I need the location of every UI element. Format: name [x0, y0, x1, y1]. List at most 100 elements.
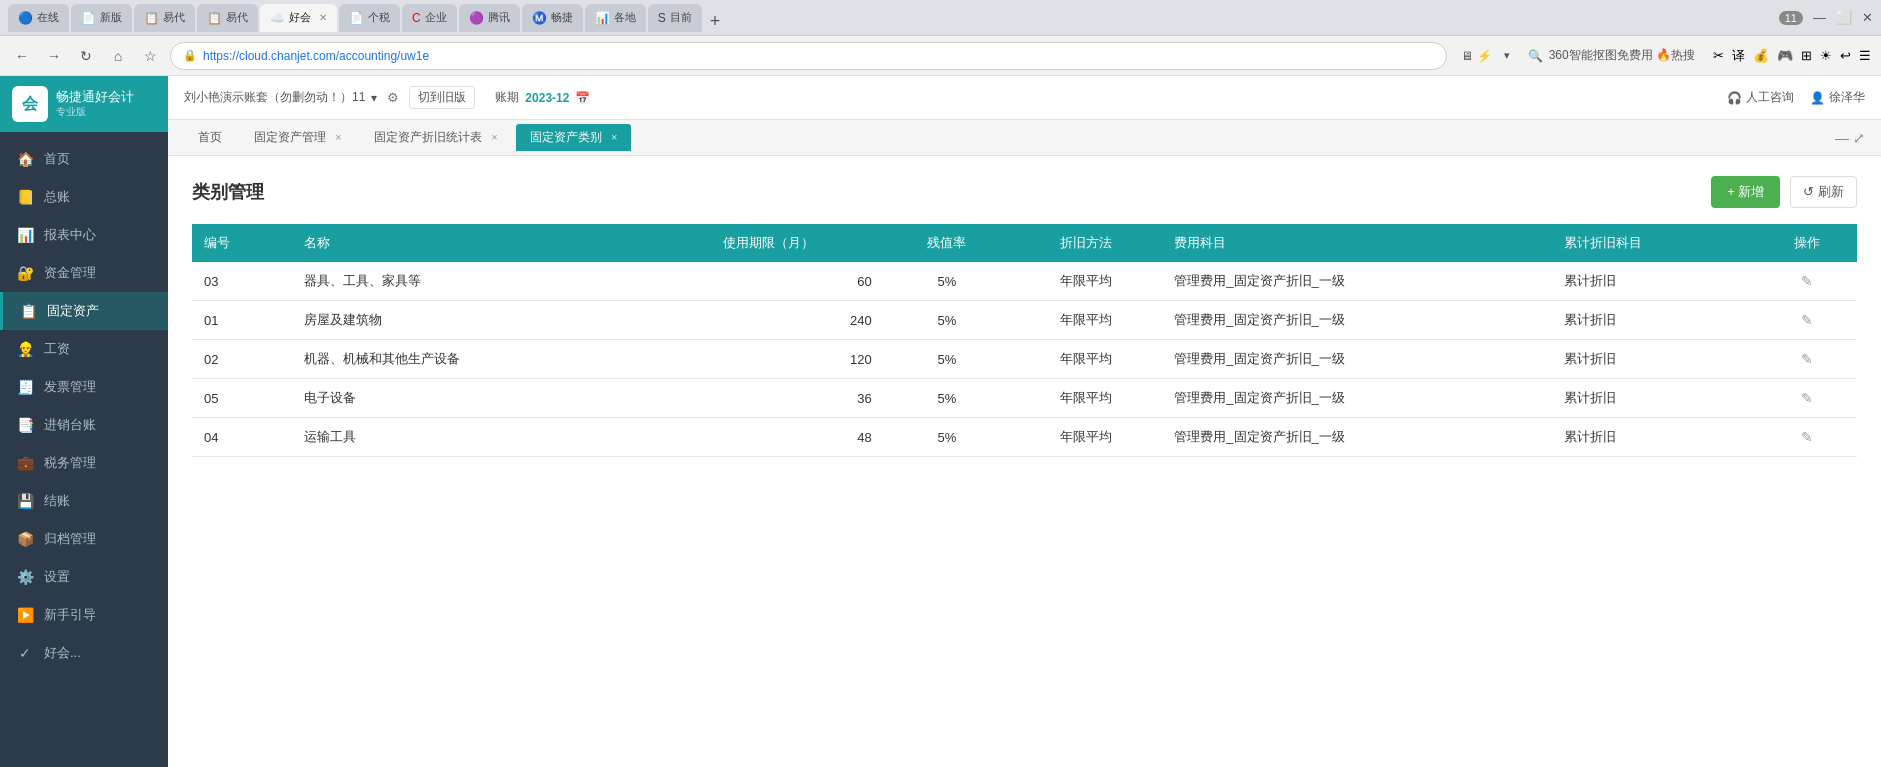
browser-tab-7[interactable]: 🟣 腾讯 — [459, 4, 520, 32]
sidebar-item-inventory[interactable]: 📑 进销台账 — [0, 406, 168, 444]
sun-icon[interactable]: ☀ — [1820, 48, 1832, 63]
cell-method-2: 年限平均 — [1010, 340, 1162, 379]
refresh-button[interactable]: ↺ 刷新 — [1790, 176, 1857, 208]
content-header: 类别管理 + 新增 ↺ 刷新 — [192, 176, 1857, 208]
sidebar-item-extra[interactable]: ✓ 好会... — [0, 634, 168, 672]
edit-icon-2[interactable]: ✎ — [1801, 351, 1813, 367]
cell-code-4[interactable]: 04 — [192, 418, 292, 457]
page-tabs: 首页 固定资产管理 × 固定资产折旧统计表 × 固定资产类别 × — ⤢ — [168, 120, 1881, 156]
cell-method-4: 年限平均 — [1010, 418, 1162, 457]
search-area[interactable]: 🔍 360智能抠图免费用 🔥热搜 — [1528, 47, 1695, 64]
cell-action-1[interactable]: ✎ — [1757, 301, 1857, 340]
home-button[interactable]: ⌂ — [106, 44, 130, 68]
sidebar-item-fixed-assets[interactable]: 📋 固定资产 — [0, 292, 168, 330]
calendar-icon[interactable]: 📅 — [575, 91, 590, 105]
account-settings-icon[interactable]: ⚙ — [387, 90, 399, 105]
browser-tab-close-4[interactable]: ✕ — [319, 12, 327, 23]
browser-tab-6[interactable]: C 企业 — [402, 4, 457, 32]
tab-close-asset-category[interactable]: × — [611, 131, 617, 143]
browser-tab-8[interactable]: Ⓜ️ 畅捷 — [522, 4, 583, 32]
logo-icon: 会 — [12, 86, 48, 122]
edit-icon-0[interactable]: ✎ — [1801, 273, 1813, 289]
sidebar-item-ledger[interactable]: 📒 总账 — [0, 178, 168, 216]
forward-button[interactable]: → — [42, 44, 66, 68]
sidebar-item-reports[interactable]: 📊 报表中心 — [0, 216, 168, 254]
edit-icon-4[interactable]: ✎ — [1801, 429, 1813, 445]
cell-period-0: 60 — [653, 262, 884, 301]
tab-home[interactable]: 首页 — [184, 124, 236, 151]
dropdown-icon[interactable]: ▾ — [371, 91, 377, 105]
cell-method-3: 年限平均 — [1010, 379, 1162, 418]
new-tab-button[interactable]: + — [704, 11, 727, 32]
sidebar-item-guide[interactable]: ▶️ 新手引导 — [0, 596, 168, 634]
browser-tab-5[interactable]: 📄 个税 — [339, 4, 400, 32]
edit-icon-1[interactable]: ✎ — [1801, 312, 1813, 328]
browser-tab-10[interactable]: S 目前 — [648, 4, 702, 32]
logo-text-area: 畅捷通好会计 专业版 — [56, 89, 134, 120]
window-minimize[interactable]: — — [1813, 10, 1826, 25]
browser-dropdown[interactable]: ▾ — [1504, 49, 1510, 62]
col-header-residual: 残值率 — [884, 224, 1010, 262]
col-header-accum: 累计折旧科目 — [1552, 224, 1756, 262]
tab-fixed-assets-mgmt[interactable]: 固定资产管理 × — [240, 124, 356, 151]
sidebar-item-tax[interactable]: 💼 税务管理 — [0, 444, 168, 482]
edit-icon-3[interactable]: ✎ — [1801, 390, 1813, 406]
window-maximize[interactable]: ⬜ — [1836, 10, 1852, 25]
cell-code-0[interactable]: 03 — [192, 262, 292, 301]
add-button[interactable]: + 新增 — [1711, 176, 1780, 208]
window-close[interactable]: ✕ — [1862, 10, 1873, 25]
translate-icon[interactable]: 译 — [1732, 47, 1745, 65]
cell-action-3[interactable]: ✎ — [1757, 379, 1857, 418]
col-header-code: 编号 — [192, 224, 292, 262]
sidebar-item-settings[interactable]: ⚙️ 设置 — [0, 558, 168, 596]
sidebar-item-funds[interactable]: 🔐 资金管理 — [0, 254, 168, 292]
cell-code-2[interactable]: 02 — [192, 340, 292, 379]
sidebar-item-home[interactable]: 🏠 首页 — [0, 140, 168, 178]
tab-close-fixed-assets-mgmt[interactable]: × — [335, 131, 341, 143]
menu-icon[interactable]: ☰ — [1859, 48, 1871, 63]
address-bar[interactable]: 🔒 https://cloud.chanjet.com/accounting/u… — [170, 42, 1447, 70]
tab-asset-category[interactable]: 固定资产类别 × — [516, 124, 632, 151]
sidebar-item-invoice[interactable]: 🧾 发票管理 — [0, 368, 168, 406]
sidebar-item-ledger-label: 总账 — [44, 188, 70, 206]
browser-tab-9[interactable]: 📊 各地 — [585, 4, 646, 32]
top-bar-right: 🎧 人工咨询 👤 徐泽华 — [1727, 89, 1865, 106]
cell-residual-2: 5% — [884, 340, 1010, 379]
undo-icon[interactable]: ↩ — [1840, 48, 1851, 63]
cell-accum-4: 累计折旧 — [1552, 418, 1756, 457]
refresh-button[interactable]: ↻ — [74, 44, 98, 68]
cell-action-4[interactable]: ✎ — [1757, 418, 1857, 457]
browser-tab-1[interactable]: 📄 新版 — [71, 4, 132, 32]
wallet-icon[interactable]: 💰 — [1753, 48, 1769, 63]
tab-expand-icon[interactable]: ⤢ — [1853, 130, 1865, 146]
sidebar-item-close[interactable]: 💾 结账 — [0, 482, 168, 520]
bookmark-button[interactable]: ☆ — [138, 44, 162, 68]
back-button[interactable]: ← — [10, 44, 34, 68]
browser-tab-0[interactable]: 🔵 在线 — [8, 4, 69, 32]
user-avatar-icon: 👤 — [1810, 91, 1825, 105]
grid-icon[interactable]: ⊞ — [1801, 48, 1812, 63]
scissors-icon[interactable]: ✂ — [1713, 48, 1724, 63]
sidebar-item-payroll[interactable]: 👷 工资 — [0, 330, 168, 368]
game-icon[interactable]: 🎮 — [1777, 48, 1793, 63]
ledger-icon: 📒 — [16, 189, 34, 205]
browser-tab-3[interactable]: 📋 易代 — [197, 4, 258, 32]
tab-close-depreciation-stats[interactable]: × — [491, 131, 497, 143]
browser-tab-2[interactable]: 📋 易代 — [134, 4, 195, 32]
service-button[interactable]: 🎧 人工咨询 — [1727, 89, 1794, 106]
header-actions: + 新增 ↺ 刷新 — [1711, 176, 1857, 208]
tab-minimize-icon[interactable]: — — [1835, 130, 1849, 146]
switch-version-button[interactable]: 切到旧版 — [409, 86, 475, 109]
sidebar-item-archive[interactable]: 📦 归档管理 — [0, 520, 168, 558]
inventory-icon: 📑 — [16, 417, 34, 433]
content-area: 类别管理 + 新增 ↺ 刷新 编号 名称 使用期限（月） 残值率 折旧方法 费用… — [168, 156, 1881, 767]
cell-action-0[interactable]: ✎ — [1757, 262, 1857, 301]
user-name: 徐泽华 — [1829, 89, 1865, 106]
tab-depreciation-stats[interactable]: 固定资产折旧统计表 × — [360, 124, 512, 151]
cell-code-1[interactable]: 01 — [192, 301, 292, 340]
tab-count-badge: 11 — [1779, 11, 1803, 25]
browser-tab-4[interactable]: ☁️ 好会 ✕ — [260, 4, 337, 32]
cell-action-2[interactable]: ✎ — [1757, 340, 1857, 379]
browser-tab-bar: 🔵 在线 📄 新版 📋 易代 📋 易代 ☁️ 好会 ✕ 📄 个税 C 企业 — [0, 0, 1881, 36]
cell-code-3[interactable]: 05 — [192, 379, 292, 418]
